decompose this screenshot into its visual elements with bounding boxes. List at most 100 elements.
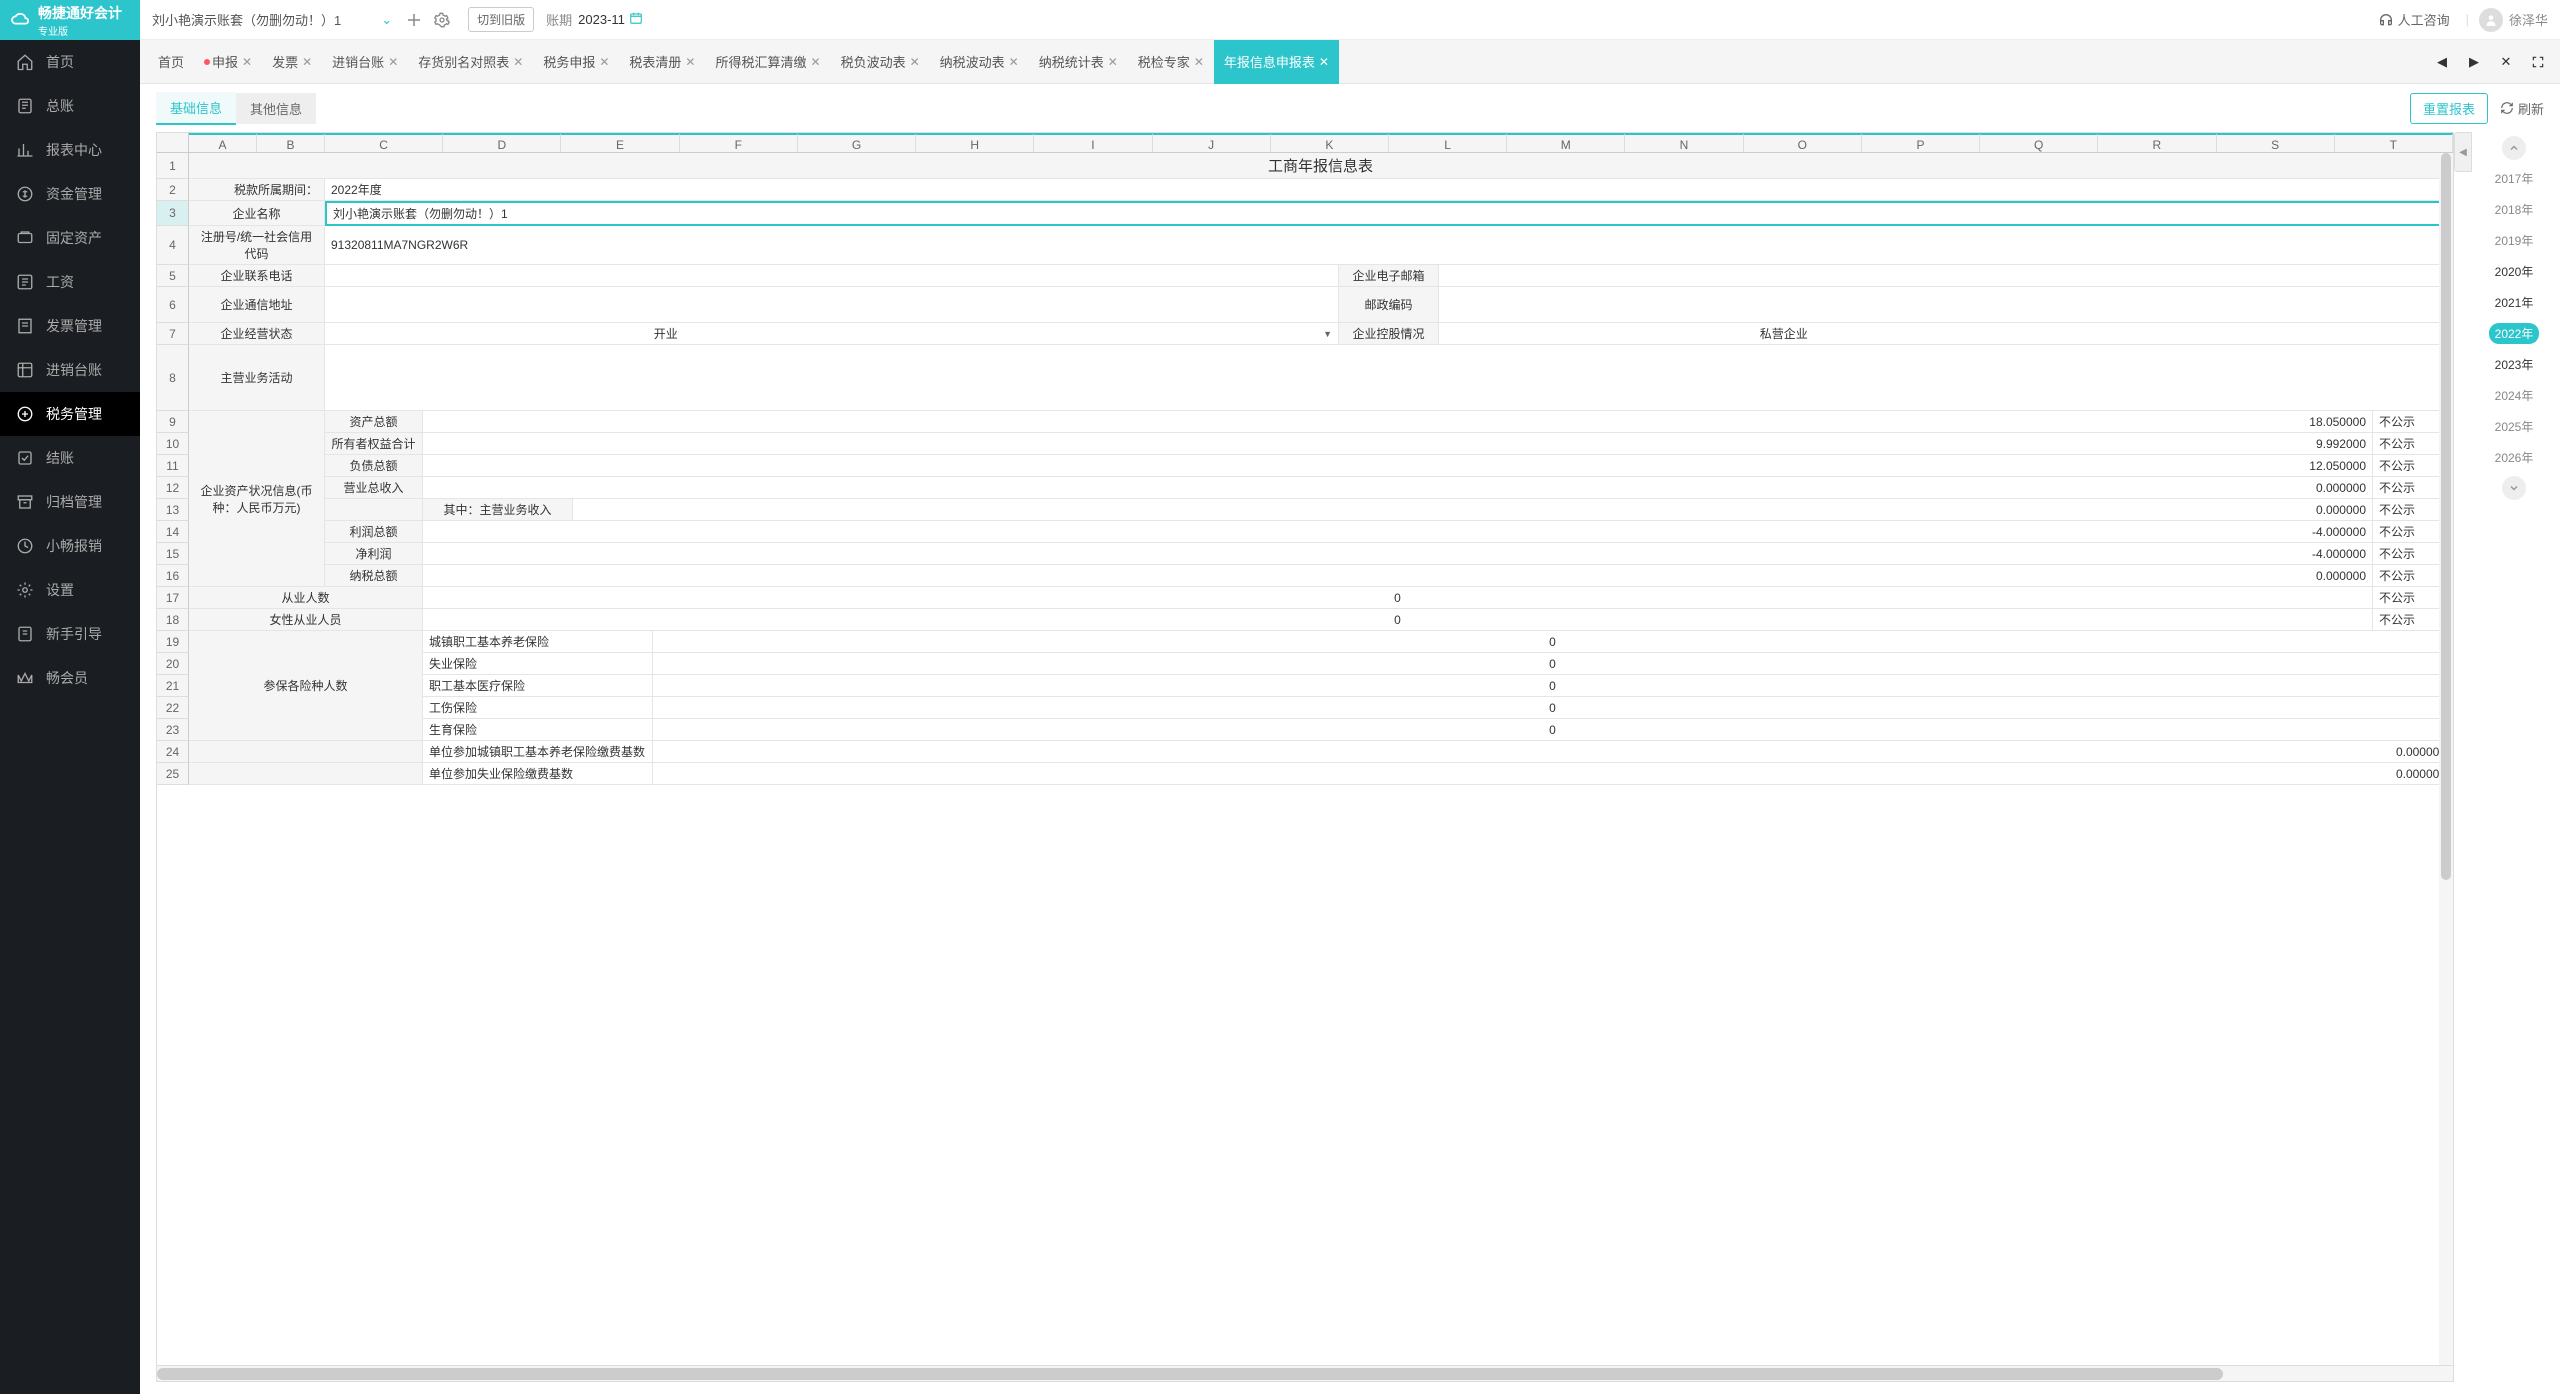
value[interactable]: 0 <box>423 587 2373 609</box>
sidebar-item-invoice[interactable]: 发票管理 <box>0 304 140 348</box>
row-number[interactable]: 10 <box>157 433 189 455</box>
value[interactable]: 0.000000 <box>573 499 2373 521</box>
row-number[interactable]: 24 <box>157 741 189 763</box>
sidebar-item-ledger[interactable]: 总账 <box>0 84 140 128</box>
tab-close-icon[interactable]: ✕ <box>302 55 312 69</box>
col-header[interactable]: B <box>257 133 325 152</box>
sidebar-item-settings[interactable]: 设置 <box>0 568 140 612</box>
sidebar-item-reimburse[interactable]: 小畅报销 <box>0 524 140 568</box>
tab-close-icon[interactable]: ✕ <box>1009 55 1019 69</box>
value[interactable] <box>325 265 1339 287</box>
row-number[interactable]: 5 <box>157 265 189 287</box>
value[interactable] <box>325 287 1339 323</box>
col-header[interactable]: O <box>1744 133 1862 152</box>
calendar-icon[interactable] <box>629 11 643 28</box>
value[interactable]: 0 <box>653 697 2453 719</box>
account-settings-button[interactable] <box>428 6 456 34</box>
tab[interactable]: 纳税波动表✕ <box>930 40 1029 84</box>
tab[interactable]: 申报✕ <box>194 40 262 84</box>
row-number[interactable]: 9 <box>157 411 189 433</box>
tab-prev-button[interactable]: ◀ <box>2428 48 2456 76</box>
tab[interactable]: 存货别名对照表✕ <box>408 40 533 84</box>
add-account-button[interactable] <box>400 6 428 34</box>
year-option[interactable]: 2025年 <box>2489 416 2540 437</box>
row-number[interactable]: 19 <box>157 631 189 653</box>
corner-cell[interactable] <box>157 133 189 152</box>
row-number[interactable]: 17 <box>157 587 189 609</box>
row-number[interactable]: 16 <box>157 565 189 587</box>
sidebar-item-asset[interactable]: 固定资产 <box>0 216 140 260</box>
col-header[interactable]: G <box>798 133 916 152</box>
sidebar-item-salary[interactable]: 工资 <box>0 260 140 304</box>
year-option[interactable]: 2023年 <box>2489 354 2540 375</box>
tab[interactable]: 税表清册✕ <box>619 40 705 84</box>
col-header[interactable]: S <box>2217 133 2335 152</box>
col-header[interactable]: T <box>2335 133 2453 152</box>
tab[interactable]: 首页 <box>148 40 194 84</box>
row-number[interactable]: 7 <box>157 323 189 345</box>
switch-old-version-button[interactable]: 切到旧版 <box>468 7 534 32</box>
value[interactable]: 12.050000 <box>423 455 2373 477</box>
value[interactable]: 18.050000 <box>423 411 2373 433</box>
row-number[interactable]: 3 <box>157 201 189 226</box>
value[interactable]: 9.992000 <box>423 433 2373 455</box>
tab[interactable]: 税务申报✕ <box>533 40 619 84</box>
reset-report-button[interactable]: 重置报表 <box>2410 93 2488 124</box>
tab-next-button[interactable]: ▶ <box>2460 48 2488 76</box>
col-header[interactable]: C <box>325 133 443 152</box>
year-option[interactable]: 2026年 <box>2489 447 2540 468</box>
col-header[interactable]: D <box>443 133 561 152</box>
col-header[interactable]: P <box>1862 133 1980 152</box>
fullscreen-button[interactable] <box>2524 48 2552 76</box>
tab[interactable]: 税检专家✕ <box>1128 40 1214 84</box>
row-number[interactable]: 21 <box>157 675 189 697</box>
col-header[interactable]: L <box>1389 133 1507 152</box>
row-number[interactable]: 2 <box>157 179 189 201</box>
tab-close-icon[interactable]: ✕ <box>1194 55 1204 69</box>
tab-close-icon[interactable]: ✕ <box>1319 55 1329 69</box>
value[interactable]: -4.000000 <box>423 521 2373 543</box>
year-option[interactable]: 2019年 <box>2489 230 2540 251</box>
sidebar-item-fund[interactable]: 资金管理 <box>0 172 140 216</box>
row-number[interactable]: 14 <box>157 521 189 543</box>
row-number[interactable]: 20 <box>157 653 189 675</box>
tab-close-icon[interactable]: ✕ <box>599 55 609 69</box>
sidebar-item-tax[interactable]: 税务管理 <box>0 392 140 436</box>
refresh-button[interactable]: 刷新 <box>2500 99 2544 118</box>
row-number[interactable]: 4 <box>157 226 189 265</box>
year-option[interactable]: 2021年 <box>2489 292 2540 313</box>
value[interactable]: 0 <box>423 609 2373 631</box>
value[interactable]: 0.000000 <box>653 741 2453 763</box>
row-number[interactable]: 15 <box>157 543 189 565</box>
period-value[interactable]: 2023-11 <box>578 12 625 27</box>
value[interactable] <box>1439 265 2453 287</box>
human-consult-button[interactable]: 人工咨询 <box>2378 10 2450 29</box>
tab-close-icon[interactable]: ✕ <box>388 55 398 69</box>
col-header[interactable]: A <box>189 133 257 152</box>
tab[interactable]: 进销台账✕ <box>322 40 408 84</box>
subtab-basic[interactable]: 基础信息 <box>156 92 236 125</box>
sidebar-item-home[interactable]: 首页 <box>0 40 140 84</box>
value[interactable]: 0 <box>653 675 2453 697</box>
sidebar-item-stock[interactable]: 进销台账 <box>0 348 140 392</box>
col-header[interactable]: K <box>1271 133 1389 152</box>
tab[interactable]: 发票✕ <box>262 40 322 84</box>
col-header[interactable]: I <box>1034 133 1152 152</box>
value[interactable]: 0.000000 <box>423 565 2373 587</box>
value[interactable] <box>325 345 2453 411</box>
select[interactable]: 开业 <box>325 323 1339 345</box>
year-option[interactable]: 2017年 <box>2489 168 2540 189</box>
tab-close-icon[interactable]: ✕ <box>242 55 252 69</box>
spreadsheet[interactable]: A B CDEFGHIJKLMNOPQRST 1工商年报信息表2税款所属期间：2… <box>156 132 2454 1382</box>
tab-close-icon[interactable]: ✕ <box>685 55 695 69</box>
row-number[interactable]: 22 <box>157 697 189 719</box>
row-number[interactable]: 1 <box>157 153 189 179</box>
company-name-cell[interactable]: 刘小艳演示账套（勿删勿动！）1 <box>325 201 2453 226</box>
subtab-other[interactable]: 其他信息 <box>236 93 316 124</box>
tab[interactable]: 所得税汇算清缴✕ <box>705 40 830 84</box>
row-number[interactable]: 8 <box>157 345 189 411</box>
account-selector[interactable]: 刘小艳演示账套（勿删勿动！）1 ⌄ <box>152 10 392 29</box>
value[interactable]: 0 <box>653 653 2453 675</box>
tab-close-icon[interactable]: ✕ <box>513 55 523 69</box>
sidebar-item-vip[interactable]: 畅会员 <box>0 656 140 700</box>
